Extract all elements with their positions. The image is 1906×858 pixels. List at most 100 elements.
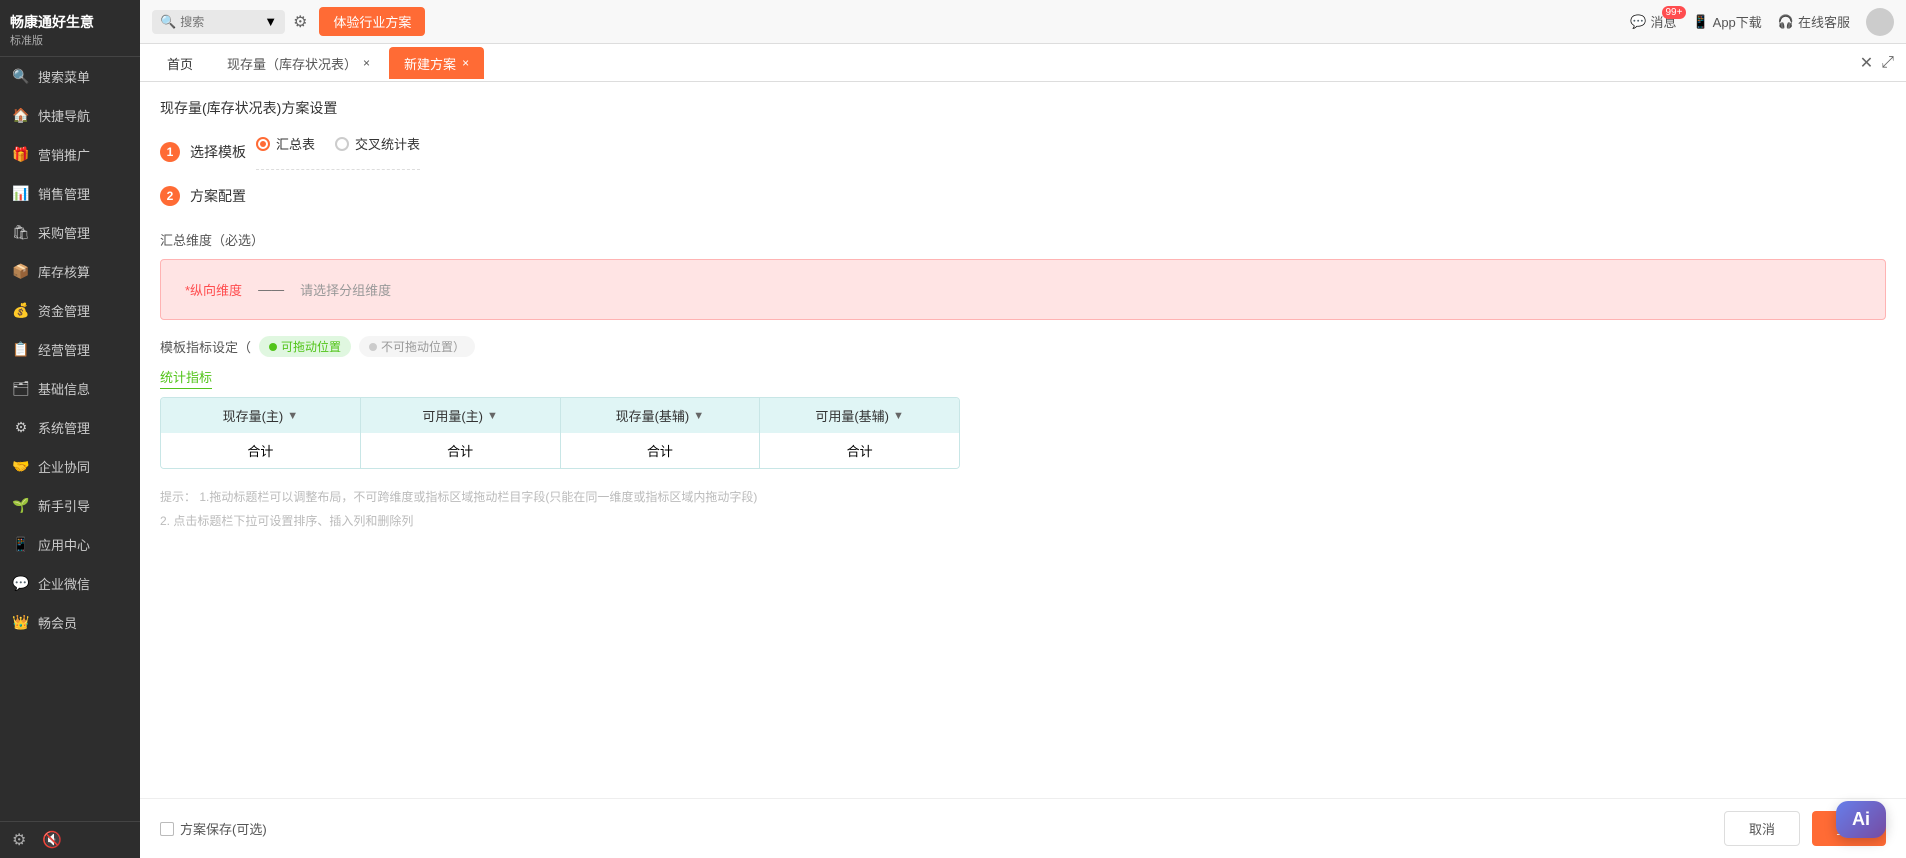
close-window-icon[interactable]: ✕	[1860, 53, 1873, 73]
sidebar-item-sales[interactable]: 📊 销售管理	[0, 174, 140, 213]
appcenter-icon: 📱	[12, 536, 30, 554]
sidebar-label-wechat: 企业微信	[38, 574, 90, 593]
sidebar-item-newguide[interactable]: 🌱 新手引导	[0, 486, 140, 525]
sidebar-label-shortcut: 快捷导航	[38, 106, 90, 125]
tab-new-plan-close[interactable]: ×	[462, 56, 469, 70]
sidebar-item-cooperation[interactable]: 🤝 企业协同	[0, 447, 140, 486]
sidebar: 畅康通好生意 标准版 🔍 搜索菜单 🏠 快捷导航 🎁 营销推广 📊 销售管理 🛍…	[0, 0, 140, 858]
radio-summary-dot	[256, 137, 270, 151]
sidebar-label-marketing: 营销推广	[38, 145, 90, 164]
finance-icon: 💰	[12, 302, 30, 320]
sidebar-item-marketing[interactable]: 🎁 营销推广	[0, 135, 140, 174]
trial-button[interactable]: 体验行业方案	[319, 7, 425, 36]
sidebar-item-system[interactable]: ⚙ 系统管理	[0, 408, 140, 447]
gear-icon[interactable]: ⚙	[293, 12, 307, 32]
non-draggable-label: 不可拖动位置）	[381, 338, 465, 355]
metrics-col-header-1[interactable]: 可用量(主) ▼	[361, 398, 561, 433]
save-label: 方案保存(可选)	[180, 819, 267, 838]
wechat-icon: 💬	[12, 575, 30, 593]
member-icon: 👑	[12, 614, 30, 632]
cooperation-icon: 🤝	[12, 458, 30, 476]
sidebar-logo: 畅康通好生意 标准版	[0, 0, 140, 57]
col-dropdown-icon-0[interactable]: ▼	[287, 410, 298, 422]
main-area: 🔍 ▼ ⚙ 体验行业方案 💬 消息 99+ 📱 App下载 🎧 在线客服	[140, 0, 1906, 858]
user-avatar[interactable]	[1866, 8, 1894, 36]
col-header-label-1: 可用量(主)	[422, 406, 483, 425]
non-draggable-chip: 不可拖动位置）	[359, 336, 475, 357]
sidebar-item-purchase[interactable]: 🛍 采购管理	[0, 213, 140, 252]
tip-1: 提示： 1.拖动标题栏可以调整布局，不可跨维度或指标区域拖动栏目字段(只能在同一…	[160, 485, 1886, 509]
sales-icon: 📊	[12, 185, 30, 203]
section1-header: 1 选择模板 汇总表 交叉统计表	[160, 134, 1886, 170]
col-dropdown-icon-2[interactable]: ▼	[693, 410, 704, 422]
sidebar-label-appcenter: 应用中心	[38, 535, 90, 554]
sidebar-label-sales: 销售管理	[38, 184, 90, 203]
online-service-btn[interactable]: 🎧 在线客服	[1778, 12, 1850, 31]
message-btn[interactable]: 💬 消息 99+	[1630, 12, 1676, 31]
dim-dash: ——	[258, 282, 284, 297]
metrics-col-body-2: 合计	[561, 433, 761, 468]
sidebar-label-cooperation: 企业协同	[38, 457, 90, 476]
service-icon: 🎧	[1778, 14, 1794, 30]
system-icon: ⚙	[12, 419, 30, 437]
sidebar-item-wechat[interactable]: 💬 企业微信	[0, 564, 140, 603]
ai-fab-button[interactable]: Ai	[1836, 801, 1886, 838]
sidebar-item-basic[interactable]: 🗂 基础信息	[0, 369, 140, 408]
tab-inventory-close[interactable]: ×	[363, 56, 370, 70]
tab-inventory-status[interactable]: 现存量（库存状况表） ×	[212, 47, 385, 79]
section-template: 1 选择模板 汇总表 交叉统计表	[160, 134, 1886, 170]
settings-icon[interactable]: ⚙	[12, 830, 26, 850]
col-sub-label-3: 合计	[847, 444, 873, 459]
radio-summary[interactable]: 汇总表	[256, 134, 315, 153]
cancel-button[interactable]: 取消	[1724, 811, 1800, 846]
radio-cross[interactable]: 交叉统计表	[335, 134, 420, 153]
sidebar-label-purchase: 采购管理	[38, 223, 90, 242]
sidebar-item-operation[interactable]: 📋 经营管理	[0, 330, 140, 369]
metrics-col-header-0[interactable]: 现存量(主) ▼	[161, 398, 361, 433]
dropdown-icon: ▼	[264, 14, 277, 29]
search-icon: 🔍	[160, 14, 176, 30]
metrics-col-body-3: 合计	[760, 433, 959, 468]
purchase-icon: 🛍	[12, 224, 30, 242]
expand-window-icon[interactable]: ⤢	[1881, 54, 1894, 72]
sidebar-label-inventory: 库存核算	[38, 262, 90, 281]
non-draggable-dot	[369, 343, 377, 351]
section-plan-config: 2 方案配置 汇总维度（必选） *纵向维度 —— 请选择分组维度 模板指标设定（…	[160, 186, 1886, 533]
online-service-label: 在线客服	[1798, 12, 1850, 31]
sidebar-item-appcenter[interactable]: 📱 应用中心	[0, 525, 140, 564]
window-btns: ✕ ⤢	[1860, 53, 1894, 73]
shortcut-icon: 🏠	[12, 107, 30, 125]
sidebar-item-member[interactable]: 👑 畅会员	[0, 603, 140, 642]
tab-new-plan[interactable]: 新建方案 ×	[389, 47, 484, 79]
save-checkbox[interactable]	[160, 822, 174, 836]
marketing-icon: 🎁	[12, 146, 30, 164]
app-edition: 标准版	[10, 32, 130, 48]
metrics-col-body-0: 合计	[161, 433, 361, 468]
metrics-col-header-3[interactable]: 可用量(基辅) ▼	[760, 398, 959, 433]
aggregate-label: 汇总维度（必选）	[160, 230, 1886, 249]
topbar-search-box[interactable]: 🔍 ▼	[152, 10, 285, 34]
col-dropdown-icon-1[interactable]: ▼	[487, 410, 498, 422]
sidebar-item-search[interactable]: 🔍 搜索菜单	[0, 57, 140, 96]
search-input[interactable]	[180, 15, 260, 29]
sidebar-item-shortcut[interactable]: 🏠 快捷导航	[0, 96, 140, 135]
mute-icon[interactable]: 🔇	[42, 830, 62, 850]
sidebar-nav: 🔍 搜索菜单 🏠 快捷导航 🎁 营销推广 📊 销售管理 🛍 采购管理 📦 库存核…	[0, 57, 140, 821]
dim-placeholder: 请选择分组维度	[300, 280, 391, 299]
sidebar-item-inventory[interactable]: 📦 库存核算	[0, 252, 140, 291]
stats-section-label: 统计指标	[160, 367, 212, 389]
tips-section: 提示： 1.拖动标题栏可以调整布局，不可跨维度或指标区域拖动栏目字段(只能在同一…	[160, 485, 1886, 533]
metrics-table: 现存量(主) ▼ 可用量(主) ▼ 现存量(基辅) ▼ 可用量(基辅) ▼ 合计…	[160, 397, 960, 469]
metrics-label-text: 模板指标设定（	[160, 337, 251, 356]
metrics-table-header: 现存量(主) ▼ 可用量(主) ▼ 现存量(基辅) ▼ 可用量(基辅) ▼	[161, 398, 959, 433]
sidebar-item-finance[interactable]: 💰 资金管理	[0, 291, 140, 330]
plan-config: 汇总维度（必选） *纵向维度 —— 请选择分组维度 模板指标设定（ 可拖动位置	[160, 218, 1886, 533]
dimension-box[interactable]: *纵向维度 —— 请选择分组维度	[160, 259, 1886, 320]
metrics-col-header-2[interactable]: 现存量(基辅) ▼	[561, 398, 761, 433]
tab-home[interactable]: 首页	[152, 47, 208, 79]
app-download-btn[interactable]: 📱 App下载	[1692, 12, 1761, 31]
col-header-content-0: 现存量(主) ▼	[173, 406, 348, 425]
col-dropdown-icon-3[interactable]: ▼	[893, 410, 904, 422]
draggable-dot	[269, 343, 277, 351]
col-header-label-0: 现存量(主)	[223, 406, 284, 425]
